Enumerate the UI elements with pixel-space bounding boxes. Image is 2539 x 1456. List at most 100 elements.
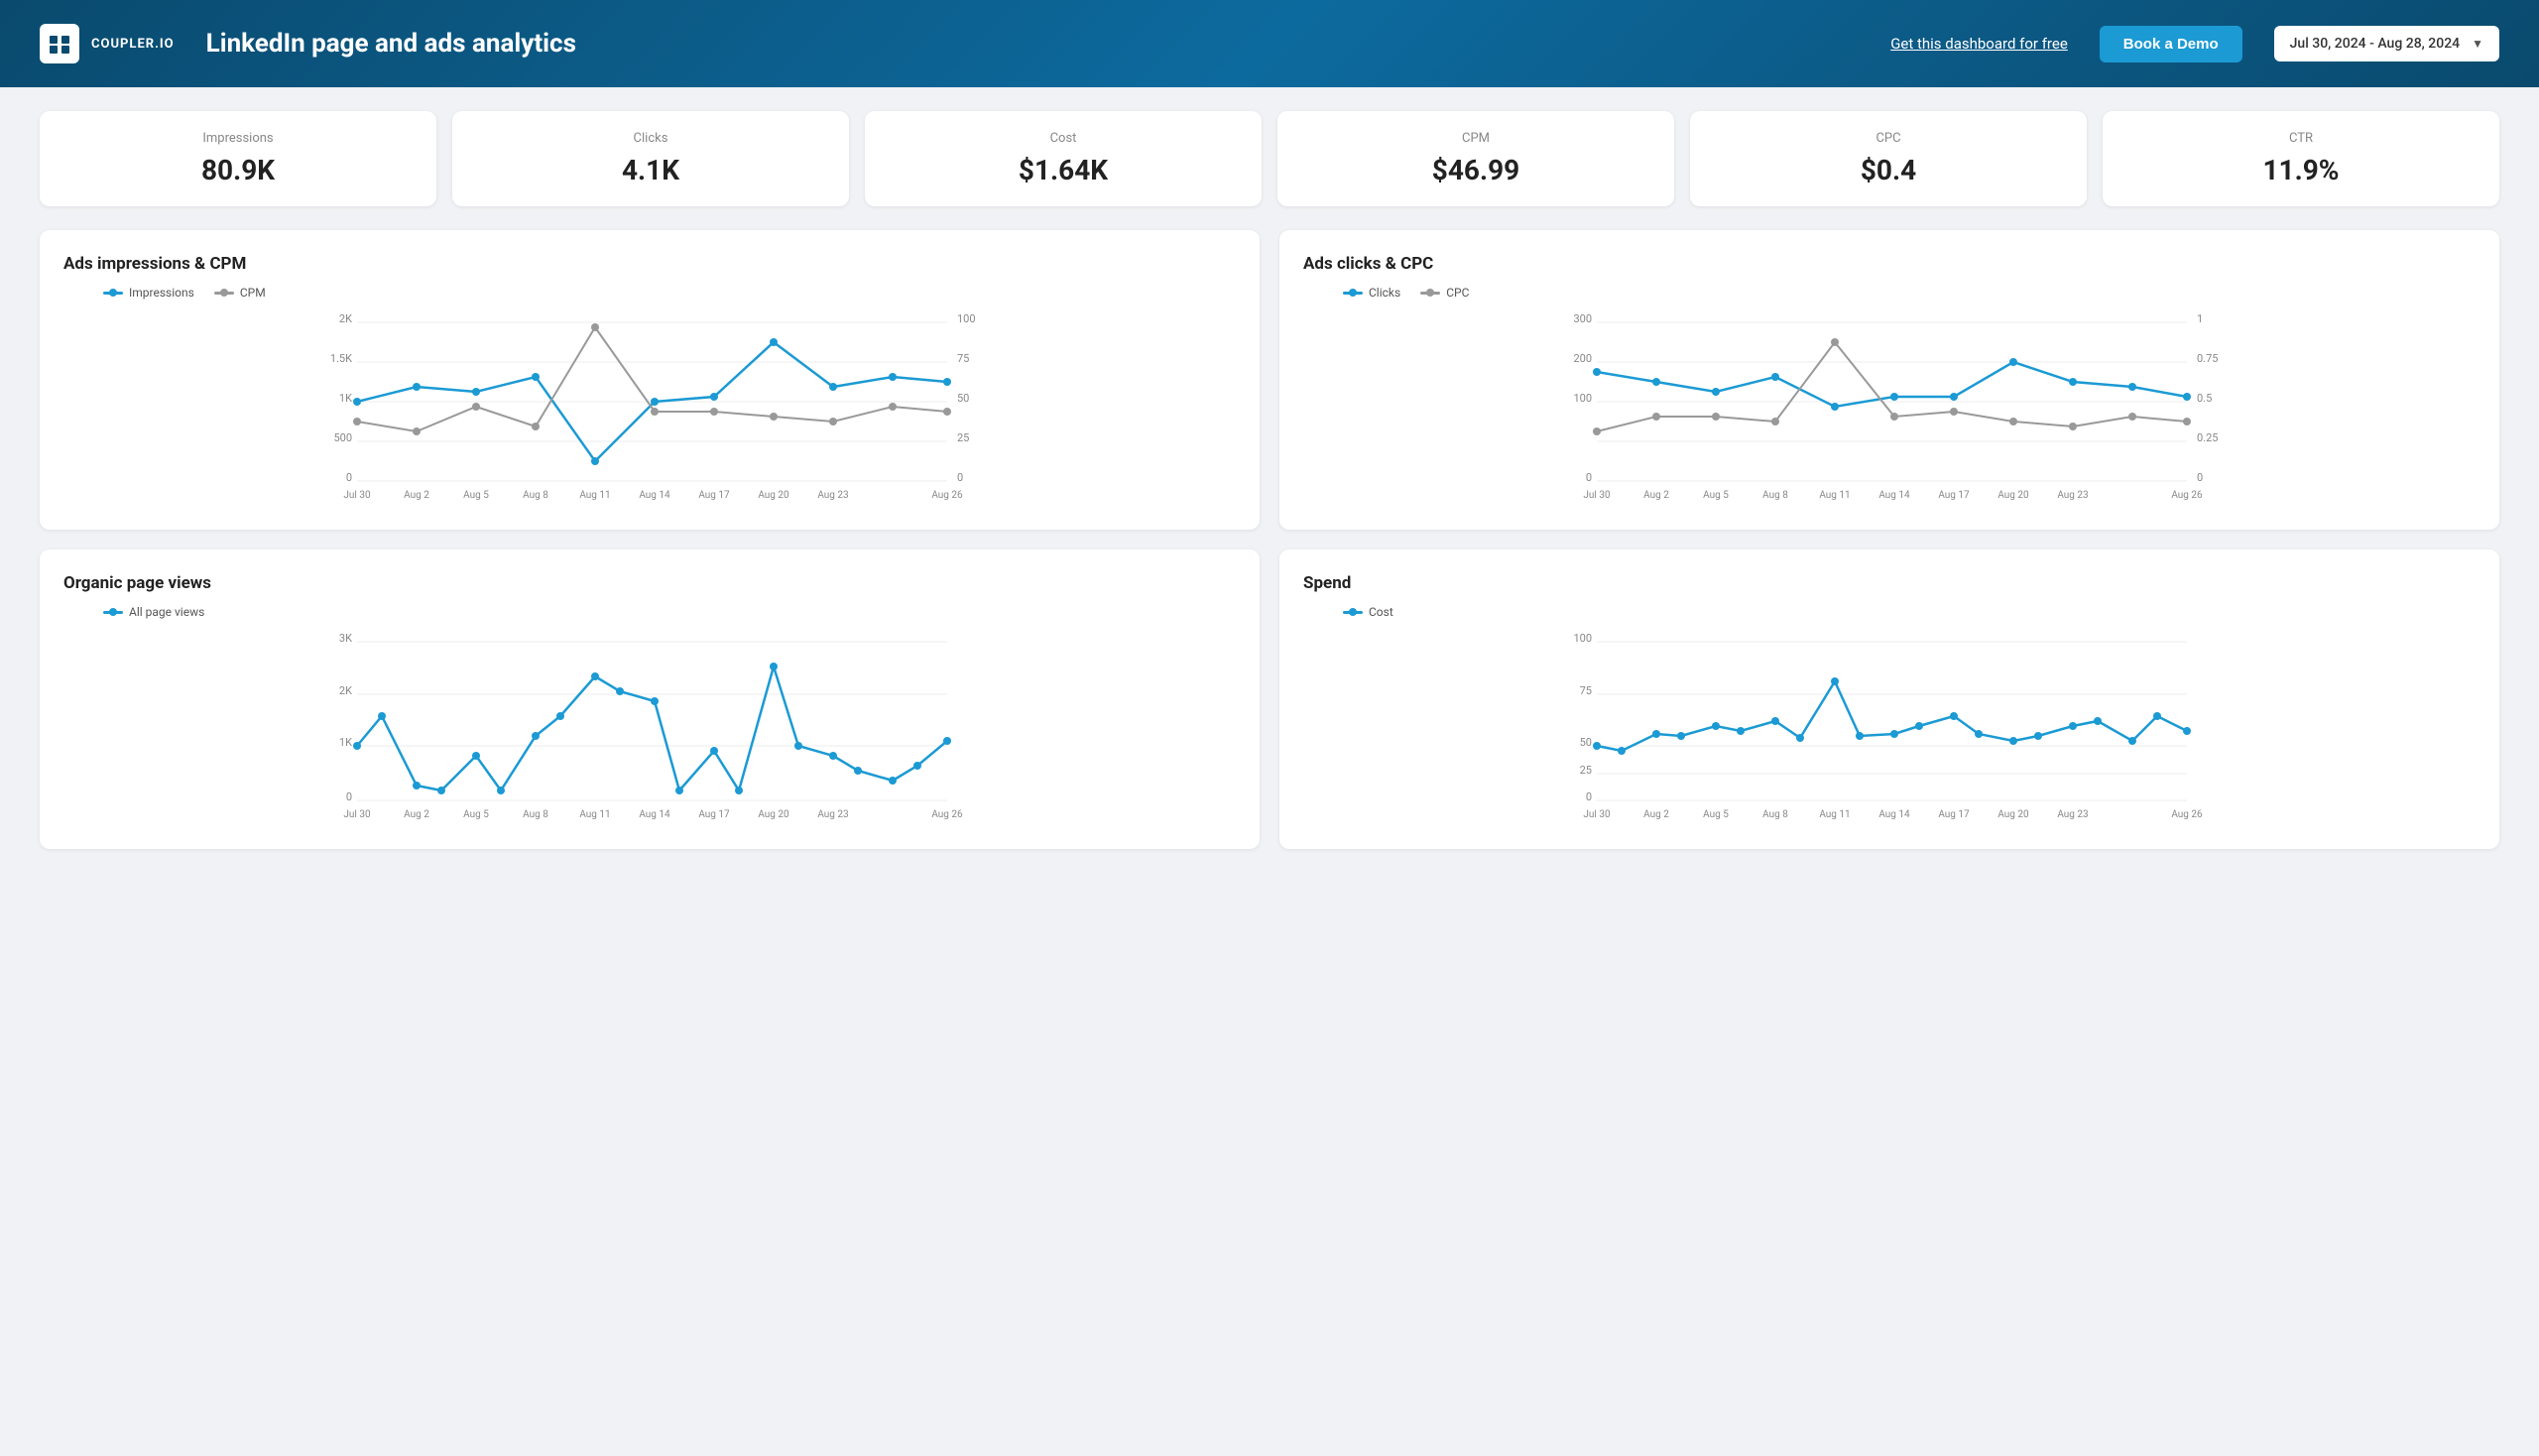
clicks-cpc-legend: Clicks CPC xyxy=(1343,286,2476,300)
svg-text:200: 200 xyxy=(1573,352,1592,365)
svg-text:100: 100 xyxy=(957,312,976,325)
kpi-value-1: 4.1K xyxy=(476,154,825,186)
kpi-card-cpc: CPC $0.4 xyxy=(1690,111,2087,206)
kpi-card-impressions: Impressions 80.9K xyxy=(40,111,436,206)
svg-text:Aug 17: Aug 17 xyxy=(698,809,730,820)
legend-cost: Cost xyxy=(1343,605,1393,619)
impressions-cpm-svg: 2K 1.5K 1K 500 0 100 75 50 25 0 xyxy=(63,307,1236,506)
svg-text:Aug 20: Aug 20 xyxy=(758,490,789,501)
impressions-cpm-chart-area: 2K 1.5K 1K 500 0 100 75 50 25 0 xyxy=(63,307,1236,506)
logo-area: COUPLER.IO xyxy=(40,24,175,63)
legend-blue-dot xyxy=(103,292,123,295)
svg-text:Aug 5: Aug 5 xyxy=(463,809,489,820)
spend-legend: Cost xyxy=(1343,605,2476,619)
svg-text:Aug 20: Aug 20 xyxy=(1997,809,2029,820)
svg-text:0: 0 xyxy=(957,471,963,484)
svg-text:Jul 30: Jul 30 xyxy=(343,490,371,501)
svg-text:0: 0 xyxy=(346,471,352,484)
legend-all-page-views: All page views xyxy=(103,605,204,619)
organic-views-svg: 3K 2K 1K 0 xyxy=(63,627,1236,825)
spend-svg: 100 75 50 25 0 xyxy=(1303,627,2476,825)
svg-text:75: 75 xyxy=(1580,684,1592,697)
svg-text:Aug 2: Aug 2 xyxy=(1643,490,1669,501)
kpi-row: Impressions 80.9K Clicks 4.1K Cost $1.64… xyxy=(40,111,2499,206)
clicks-cpc-chart-card: Ads clicks & CPC Clicks CPC 300 200 100 xyxy=(1279,230,2499,530)
organic-views-chart-card: Organic page views All page views 3K 2K … xyxy=(40,549,1260,849)
svg-text:Aug 23: Aug 23 xyxy=(2057,490,2088,501)
svg-text:2K: 2K xyxy=(339,684,352,697)
legend-impressions: Impressions xyxy=(103,286,194,300)
svg-text:Aug 23: Aug 23 xyxy=(2057,809,2088,820)
impressions-cpm-title: Ads impressions & CPM xyxy=(63,254,1236,274)
svg-text:Aug 26: Aug 26 xyxy=(931,809,963,820)
legend-cpm: CPM xyxy=(214,286,266,300)
kpi-card-clicks: Clicks 4.1K xyxy=(452,111,849,206)
coupler-logo-icon xyxy=(40,24,79,63)
brand-name: COUPLER.IO xyxy=(91,37,175,52)
svg-text:1K: 1K xyxy=(339,736,352,749)
legend-clicks-label: Clicks xyxy=(1369,286,1400,300)
impressions-cpm-chart-card: Ads impressions & CPM Impressions CPM 2K… xyxy=(40,230,1260,530)
svg-text:2K: 2K xyxy=(339,312,352,325)
clicks-cpc-svg: 300 200 100 0 1 0.75 0.5 0.25 0 xyxy=(1303,307,2476,506)
kpi-card-cpm: CPM $46.99 xyxy=(1277,111,1674,206)
svg-text:Aug 14: Aug 14 xyxy=(639,490,670,501)
legend-clicks-dot xyxy=(1343,292,1363,295)
svg-text:Aug 5: Aug 5 xyxy=(463,490,489,501)
svg-text:100: 100 xyxy=(1573,632,1592,645)
svg-text:Aug 8: Aug 8 xyxy=(523,809,548,820)
svg-text:75: 75 xyxy=(957,352,969,365)
svg-text:Aug 23: Aug 23 xyxy=(817,490,848,501)
svg-text:Aug 14: Aug 14 xyxy=(1878,490,1910,501)
svg-text:1K: 1K xyxy=(339,392,352,405)
book-demo-button[interactable]: Book a Demo xyxy=(2100,26,2242,62)
svg-text:50: 50 xyxy=(1580,736,1592,749)
svg-text:100: 100 xyxy=(1573,392,1592,405)
svg-text:Jul 30: Jul 30 xyxy=(343,809,371,820)
main-content: Impressions 80.9K Clicks 4.1K Cost $1.64… xyxy=(0,87,2539,893)
kpi-label-4: CPC xyxy=(1714,131,2063,146)
kpi-label-2: Cost xyxy=(889,131,1238,146)
legend-cpc-dot xyxy=(1420,292,1440,295)
get-dashboard-link[interactable]: Get this dashboard for free xyxy=(1890,35,2068,53)
svg-text:50: 50 xyxy=(957,392,969,405)
svg-text:0: 0 xyxy=(346,790,352,803)
date-range-value: Jul 30, 2024 - Aug 28, 2024 xyxy=(2290,36,2460,52)
svg-text:25: 25 xyxy=(957,431,969,444)
spend-chart-card: Spend Cost 100 75 50 25 0 xyxy=(1279,549,2499,849)
kpi-value-2: $1.64K xyxy=(889,154,1238,186)
svg-text:Jul 30: Jul 30 xyxy=(1583,490,1611,501)
svg-text:Aug 26: Aug 26 xyxy=(2171,490,2203,501)
svg-text:Jul 30: Jul 30 xyxy=(1583,809,1611,820)
svg-text:Aug 11: Aug 11 xyxy=(1819,490,1850,501)
svg-text:Aug 26: Aug 26 xyxy=(931,490,963,501)
svg-text:Aug 8: Aug 8 xyxy=(1762,809,1788,820)
legend-gray-dot xyxy=(214,292,234,295)
chevron-down-icon: ▼ xyxy=(2472,37,2483,51)
legend-cpm-label: CPM xyxy=(240,286,266,300)
svg-text:Aug 17: Aug 17 xyxy=(1938,490,1970,501)
svg-text:Aug 11: Aug 11 xyxy=(579,490,610,501)
svg-text:1: 1 xyxy=(2197,312,2203,325)
kpi-label-0: Impressions xyxy=(63,131,413,146)
svg-text:Aug 23: Aug 23 xyxy=(817,809,848,820)
svg-text:Aug 8: Aug 8 xyxy=(523,490,548,501)
legend-cost-dot xyxy=(1343,611,1363,614)
svg-text:500: 500 xyxy=(333,431,352,444)
svg-text:Aug 26: Aug 26 xyxy=(2171,809,2203,820)
svg-text:Aug 2: Aug 2 xyxy=(404,490,429,501)
svg-text:Aug 5: Aug 5 xyxy=(1703,490,1729,501)
organic-views-legend: All page views xyxy=(103,605,1236,619)
svg-text:300: 300 xyxy=(1573,312,1592,325)
svg-text:Aug 14: Aug 14 xyxy=(639,809,670,820)
kpi-value-4: $0.4 xyxy=(1714,154,2063,186)
svg-text:0: 0 xyxy=(1586,471,1592,484)
svg-text:3K: 3K xyxy=(339,632,352,645)
date-range-picker[interactable]: Jul 30, 2024 - Aug 28, 2024 ▼ xyxy=(2274,26,2499,61)
legend-cpc-label: CPC xyxy=(1446,286,1469,300)
page-title: LinkedIn page and ads analytics xyxy=(206,29,576,59)
svg-text:Aug 17: Aug 17 xyxy=(1938,809,1970,820)
legend-impressions-label: Impressions xyxy=(129,286,194,300)
svg-text:Aug 11: Aug 11 xyxy=(579,809,610,820)
svg-text:0.75: 0.75 xyxy=(2197,352,2218,365)
